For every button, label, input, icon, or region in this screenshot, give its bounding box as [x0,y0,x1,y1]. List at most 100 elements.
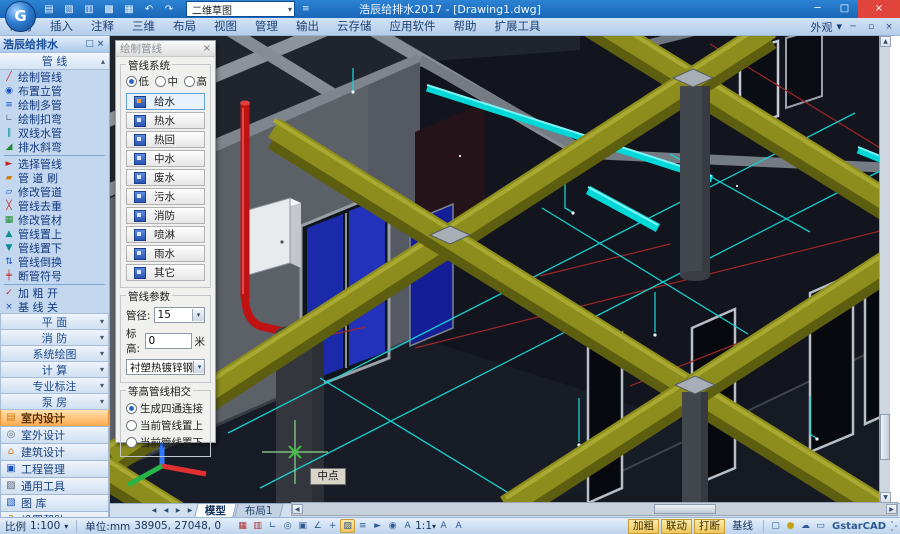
tool-draw-elbow[interactable]: ∟绘制扣弯 [0,112,109,126]
prev-sheet-icon[interactable]: ◀ [160,505,172,517]
cloud-icon[interactable]: ☁ [798,519,813,533]
pipe-type-rain[interactable]: 雨水 [126,245,205,262]
otrack-icon[interactable]: ∠ [310,519,325,533]
category-fire[interactable]: 消 防▾ [0,329,109,346]
magnifier-icon[interactable]: ◉ [385,519,400,533]
elevation-input[interactable] [145,333,192,349]
tab-cloud[interactable]: 云存储 [328,18,381,35]
tool-select-pipeline[interactable]: ►选择管线 [0,157,109,171]
pipe-type-other[interactable]: 其它 [126,264,205,281]
tab-3d[interactable]: 三维 [123,18,164,35]
snap-icon[interactable]: ▥ [250,519,265,533]
vertical-scroll-thumb[interactable] [880,414,890,460]
pipe-type-waste[interactable]: 废水 [126,169,205,186]
radio-cross-connect[interactable] [126,403,137,414]
scroll-left-icon[interactable]: ◀ [292,504,303,514]
tool-pipe-above[interactable]: ▲管线置上 [0,227,109,241]
crosshair-icon[interactable]: + [325,519,340,533]
workspace-switch-icon[interactable]: ▢ [768,519,783,533]
tool-drain-bend[interactable]: ◢排水斜弯 [0,140,109,154]
module-library[interactable]: ▧图 库 [0,494,109,512]
maximize-button[interactable]: □ [831,0,858,18]
tool-pipe-brush[interactable]: ▰管 道 刷 [0,171,109,185]
minimize-button[interactable]: ─ [804,0,831,18]
module-indoor-design[interactable]: ▤室内设计 [0,409,109,427]
tool-break-symbol[interactable]: ╪断管符号 [0,269,109,283]
radio-level-low[interactable] [126,76,137,87]
chevron-down-icon[interactable]: ▾ [64,522,68,531]
tab-manage[interactable]: 管理 [246,18,287,35]
new-icon[interactable]: ▤ [40,2,58,17]
module-outdoor-design[interactable]: ◎室外设计 [0,426,109,444]
bulb-icon[interactable]: ● [783,519,798,533]
pipe-type-reclaimed[interactable]: 中水 [126,150,205,167]
horizontal-scrollbar[interactable]: ◀ ▶ [291,502,898,516]
redo-icon[interactable]: ↷ [160,2,178,17]
print-icon[interactable]: ▦ [120,2,138,17]
tool-pipe-below[interactable]: ▼管线置下 [0,241,109,255]
next-sheet-icon[interactable]: ▶ [172,505,184,517]
save-icon[interactable]: ▥ [80,2,98,17]
annotation-scale[interactable]: 1:1 [415,520,432,532]
tab-layout1[interactable]: 布局1 [234,503,283,517]
first-sheet-icon[interactable]: ◀ [148,505,160,517]
annotation-autoscale-icon[interactable]: A [451,519,466,533]
horizontal-scroll-thumb[interactable] [654,504,716,514]
app-logo[interactable]: G [5,1,36,32]
close-icon[interactable]: × [95,39,106,49]
tab-model[interactable]: 模型 [194,503,236,517]
panel-title-bar[interactable]: 绘制管线 × [116,41,215,57]
category-calculation[interactable]: 计 算▾ [0,361,109,378]
module-architecture[interactable]: ⌂建筑设计 [0,443,109,461]
tab-output[interactable]: 输出 [287,18,328,35]
category-annotation[interactable]: 专业标注▾ [0,377,109,394]
undo-icon[interactable]: ↶ [140,2,158,17]
close-button[interactable]: × [858,0,900,18]
open-icon[interactable]: ▧ [60,2,78,17]
pin-icon[interactable]: □ [84,39,95,49]
polar-icon[interactable]: ◎ [280,519,295,533]
pipe-type-hot-water[interactable]: 热水 [126,112,205,129]
material-combo[interactable]: 衬塑热镀锌钢 ▾ [126,359,205,375]
tab-insert[interactable]: 插入 [41,18,82,35]
toggle-break[interactable]: 打断 [694,519,725,534]
tab-annotate[interactable]: 注释 [82,18,123,35]
scroll-right-icon[interactable]: ▶ [886,504,897,514]
toggle-bold-on[interactable]: ✓加 粗 开 [0,286,109,300]
module-project-manage[interactable]: ▣工程管理 [0,460,109,478]
doc-minimize-button[interactable]: ─ [846,22,860,32]
category-pump-room[interactable]: 泵 房▾ [0,393,109,410]
ortho-icon[interactable]: ∟ [265,519,280,533]
radio-level-high[interactable] [184,76,195,87]
palette-header[interactable]: 浩辰给排水 □ × [0,36,109,52]
pipe-type-fire[interactable]: 消防 [126,207,205,224]
scale-value[interactable]: 1:100 [30,520,60,532]
doc-restore-button[interactable]: ▫ [864,22,878,32]
toolbar-more-icon[interactable]: ≡ [302,4,310,14]
toggle-bold[interactable]: 加粗 [628,519,659,534]
annotation-icon[interactable]: A [400,519,415,533]
tool-draw-multi[interactable]: ≡绘制多管 [0,98,109,112]
toggle-baseline[interactable]: 基线 [727,519,758,534]
dynamic-input-icon[interactable]: ▨ [340,519,355,533]
tool-modify-pipe[interactable]: ▱修改管道 [0,185,109,199]
appearance-menu[interactable]: 外观 [810,19,832,35]
tool-place-riser[interactable]: ◉布置立管 [0,84,109,98]
quick-props-icon[interactable]: ► [370,519,385,533]
clean-screen-icon[interactable]: ▭ [813,519,828,533]
section-pipelines[interactable]: 管 线 ▴ [0,52,109,70]
save-as-icon[interactable]: ▩ [100,2,118,17]
grid-icon[interactable]: ▦ [235,519,250,533]
close-icon[interactable]: × [203,43,211,54]
radio-current-above[interactable] [126,420,137,431]
tool-pipe-swap[interactable]: ⇅管线倒换 [0,255,109,269]
workspace-selector[interactable]: 二维草图 ▾ [186,1,295,17]
category-system-drawing[interactable]: 系统绘图▾ [0,345,109,362]
scroll-up-icon[interactable]: ▲ [880,36,891,47]
doc-close-button[interactable]: × [882,22,896,32]
tool-dedupe-pipeline[interactable]: ╳管线去重 [0,199,109,213]
tab-view[interactable]: 视图 [205,18,246,35]
tab-help[interactable]: 帮助 [445,18,486,35]
toggle-linkage[interactable]: 联动 [661,519,692,534]
toggle-baseline-off[interactable]: ×基 线 关 [0,300,109,314]
